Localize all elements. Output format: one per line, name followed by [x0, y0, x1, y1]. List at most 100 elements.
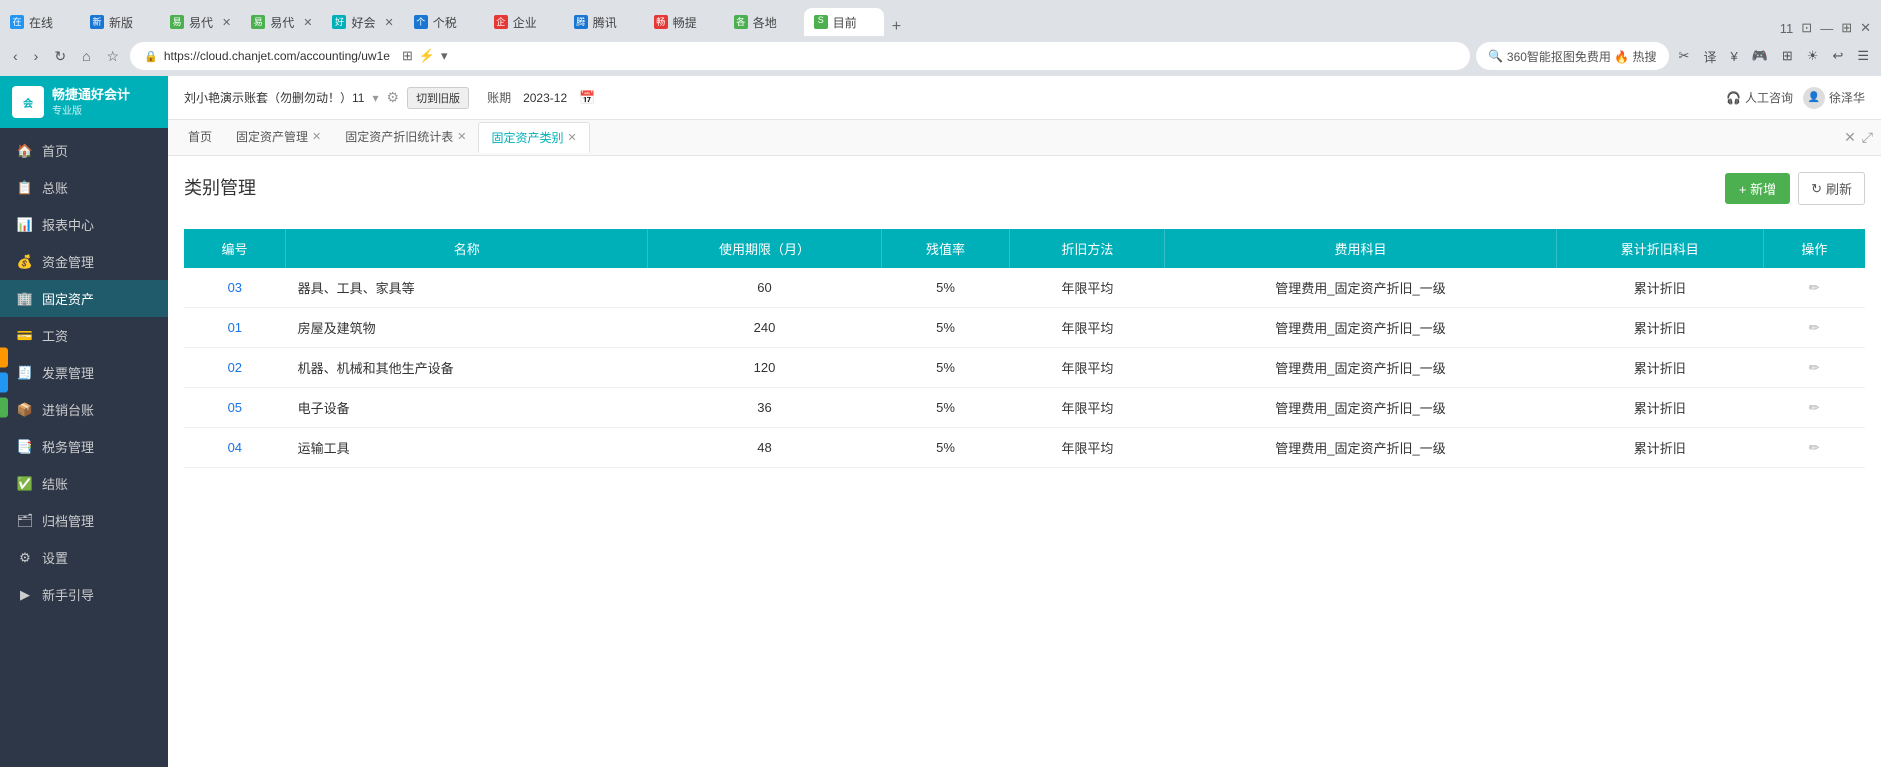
site-info-btn[interactable]: ⊞ — [402, 48, 413, 64]
restore-btn[interactable]: — — [1820, 21, 1833, 36]
grid-icon[interactable]: ⊞ — [1778, 46, 1797, 66]
sidebar-item-assets[interactable]: 🏢 固定资产 — [0, 280, 168, 317]
tab-close-4[interactable]: ✕ — [384, 16, 393, 29]
sun-icon[interactable]: ☀ — [1803, 46, 1823, 66]
sidebar-item-settings[interactable]: ⚙ 设置 — [0, 539, 168, 576]
main-area: 刘小艳演示账套（勿删勿动！）11 ▾ ⚙ 切到旧版 账期 2023-12 📅 🎧… — [168, 76, 1881, 767]
browser-tab-5[interactable]: 个 个税 — [404, 8, 484, 36]
refresh-button[interactable]: ↻ 刷新 — [1798, 172, 1865, 205]
tab-area-close-icon[interactable]: ✕ — [1844, 129, 1856, 146]
tab-area-expand-icon[interactable]: ⤢ — [1862, 129, 1873, 146]
page-tab-assets-mgmt-close[interactable]: ✕ — [312, 130, 321, 143]
cell-rate-3: 5% — [881, 388, 1010, 428]
sidebar-item-close[interactable]: ✅ 结账 — [0, 465, 168, 502]
page-tab-category[interactable]: 固定资产类别 ✕ — [478, 122, 589, 153]
cell-action-3[interactable]: ✏ — [1763, 388, 1865, 428]
undo-icon[interactable]: ↩ — [1828, 46, 1847, 66]
cell-code-4[interactable]: 04 — [184, 428, 286, 468]
cell-code-1[interactable]: 01 — [184, 308, 286, 348]
service-button[interactable]: 🎧 人工咨询 — [1726, 89, 1793, 106]
new-tab-button[interactable]: + — [884, 18, 909, 36]
maximize-btn[interactable]: ⊡ — [1801, 20, 1812, 36]
sidebar-label-payroll: 工资 — [42, 326, 68, 345]
period-value: 2023-12 — [523, 91, 567, 105]
settings-gear-icon[interactable]: ⚙ — [387, 89, 400, 106]
forward-button[interactable]: › — [29, 45, 44, 67]
indicator-2[interactable] — [0, 372, 8, 392]
cell-action-1[interactable]: ✏ — [1763, 308, 1865, 348]
close-window-btn[interactable]: ✕ — [1860, 20, 1871, 36]
minimize-btn[interactable]: 11 — [1780, 21, 1794, 36]
browser-tab-10[interactable]: S 目前 — [804, 8, 884, 36]
company-name: 刘小艳演示账套（勿删勿动！）11 — [184, 89, 364, 106]
page-tab-category-close[interactable]: ✕ — [568, 131, 577, 144]
fullscreen-btn[interactable]: ⊞ — [1841, 20, 1852, 36]
tab-close-2[interactable]: ✕ — [222, 16, 231, 29]
cell-name-0: 器具、工具、家具等 — [286, 268, 648, 308]
col-header-method: 折旧方法 — [1010, 229, 1165, 268]
menu-icon[interactable]: ☰ — [1853, 46, 1873, 66]
browser-tab-9[interactable]: 各 各地 — [724, 8, 804, 36]
sidebar-item-tax[interactable]: 📑 税务管理 — [0, 428, 168, 465]
page-tab-assets-mgmt[interactable]: 固定资产管理 ✕ — [224, 122, 333, 153]
tab-close-3[interactable]: ✕ — [303, 16, 312, 29]
switch-version-btn[interactable]: 切到旧版 — [407, 87, 469, 109]
page-tab-dep-stats[interactable]: 固定资产折旧统计表 ✕ — [333, 122, 478, 153]
browser-tab-2[interactable]: 易 易代 ✕ — [160, 8, 241, 36]
sidebar-item-invoice[interactable]: 🧾 发票管理 — [0, 354, 168, 391]
sidebar-item-home[interactable]: 🏠 首页 — [0, 132, 168, 169]
sidebar-item-finance[interactable]: 💰 资金管理 — [0, 243, 168, 280]
browser-tab-1[interactable]: 新 新版 — [80, 8, 160, 36]
address-bar[interactable]: 🔒 https://cloud.chanjet.com/accounting/u… — [130, 42, 1470, 70]
sidebar-item-payroll[interactable]: 💳 工资 — [0, 317, 168, 354]
sidebar-item-ledger[interactable]: 📋 总账 — [0, 169, 168, 206]
edit-icon-2[interactable]: ✏ — [1809, 360, 1820, 375]
browser-tab-8[interactable]: 畅 畅提 — [644, 8, 724, 36]
translate-icon[interactable]: 译 — [1699, 45, 1720, 68]
edit-icon-1[interactable]: ✏ — [1809, 320, 1820, 335]
browser-tab-0[interactable]: 在 在线 — [0, 8, 80, 36]
dropdown-arrow[interactable]: ▾ — [372, 91, 378, 105]
user-menu[interactable]: 👤 徐泽华 — [1803, 87, 1865, 109]
back-button[interactable]: ‹ — [8, 45, 23, 67]
ssl-lock-icon: 🔒 — [144, 50, 158, 63]
page-tab-home[interactable]: 首页 — [176, 122, 224, 153]
sidebar-item-reports[interactable]: 📊 报表中心 — [0, 206, 168, 243]
browser-tab-4[interactable]: 好 好会 ✕ — [322, 8, 403, 36]
star-button[interactable]: ☆ — [102, 45, 125, 68]
cell-expense-2: 管理费用_固定资产折旧_一级 — [1165, 348, 1556, 388]
refresh-browser-button[interactable]: ↻ — [49, 45, 71, 68]
edit-icon-0[interactable]: ✏ — [1809, 280, 1820, 295]
add-category-button[interactable]: + 新增 — [1725, 173, 1790, 204]
search-section[interactable]: 🔍 360智能抠图免费用 🔥 热搜 — [1476, 42, 1669, 70]
tab-label-0: 在线 — [29, 14, 53, 31]
browser-tab-6[interactable]: 企 企业 — [484, 8, 564, 36]
edit-icon-3[interactable]: ✏ — [1809, 400, 1820, 415]
cell-action-0[interactable]: ✏ — [1763, 268, 1865, 308]
page-title: 类别管理 — [184, 174, 256, 200]
cell-code-0[interactable]: 03 — [184, 268, 286, 308]
assets-icon: 🏢 — [16, 290, 34, 308]
cell-action-2[interactable]: ✏ — [1763, 348, 1865, 388]
cell-code-3[interactable]: 05 — [184, 388, 286, 428]
browser-tab-7[interactable]: 腾 腾讯 — [564, 8, 644, 36]
lightning-btn[interactable]: ⚡ — [419, 48, 435, 64]
cell-expense-1: 管理费用_固定资产折旧_一级 — [1165, 308, 1556, 348]
cell-action-4[interactable]: ✏ — [1763, 428, 1865, 468]
scissors-icon[interactable]: ✂ — [1675, 46, 1694, 66]
edit-icon-4[interactable]: ✏ — [1809, 440, 1820, 455]
indicator-1[interactable] — [0, 347, 8, 367]
home-button[interactable]: ⌂ — [77, 45, 95, 67]
sidebar-item-purchase[interactable]: 📦 进销台账 — [0, 391, 168, 428]
sidebar-item-archive[interactable]: 🗂 归档管理 — [0, 502, 168, 539]
browser-tab-3[interactable]: 易 易代 ✕ — [241, 8, 322, 36]
sidebar-item-guide[interactable]: ▶ 新手引导 — [0, 576, 168, 613]
cell-code-2[interactable]: 02 — [184, 348, 286, 388]
sidebar-label-ledger: 总账 — [42, 178, 68, 197]
indicator-3[interactable] — [0, 397, 8, 417]
game-icon[interactable]: 🎮 — [1748, 46, 1772, 66]
expand-btn[interactable]: ▾ — [441, 48, 448, 64]
wallet-icon[interactable]: ¥ — [1726, 47, 1741, 66]
calendar-icon[interactable]: 📅 — [579, 90, 595, 106]
page-tab-dep-stats-close[interactable]: ✕ — [457, 130, 466, 143]
